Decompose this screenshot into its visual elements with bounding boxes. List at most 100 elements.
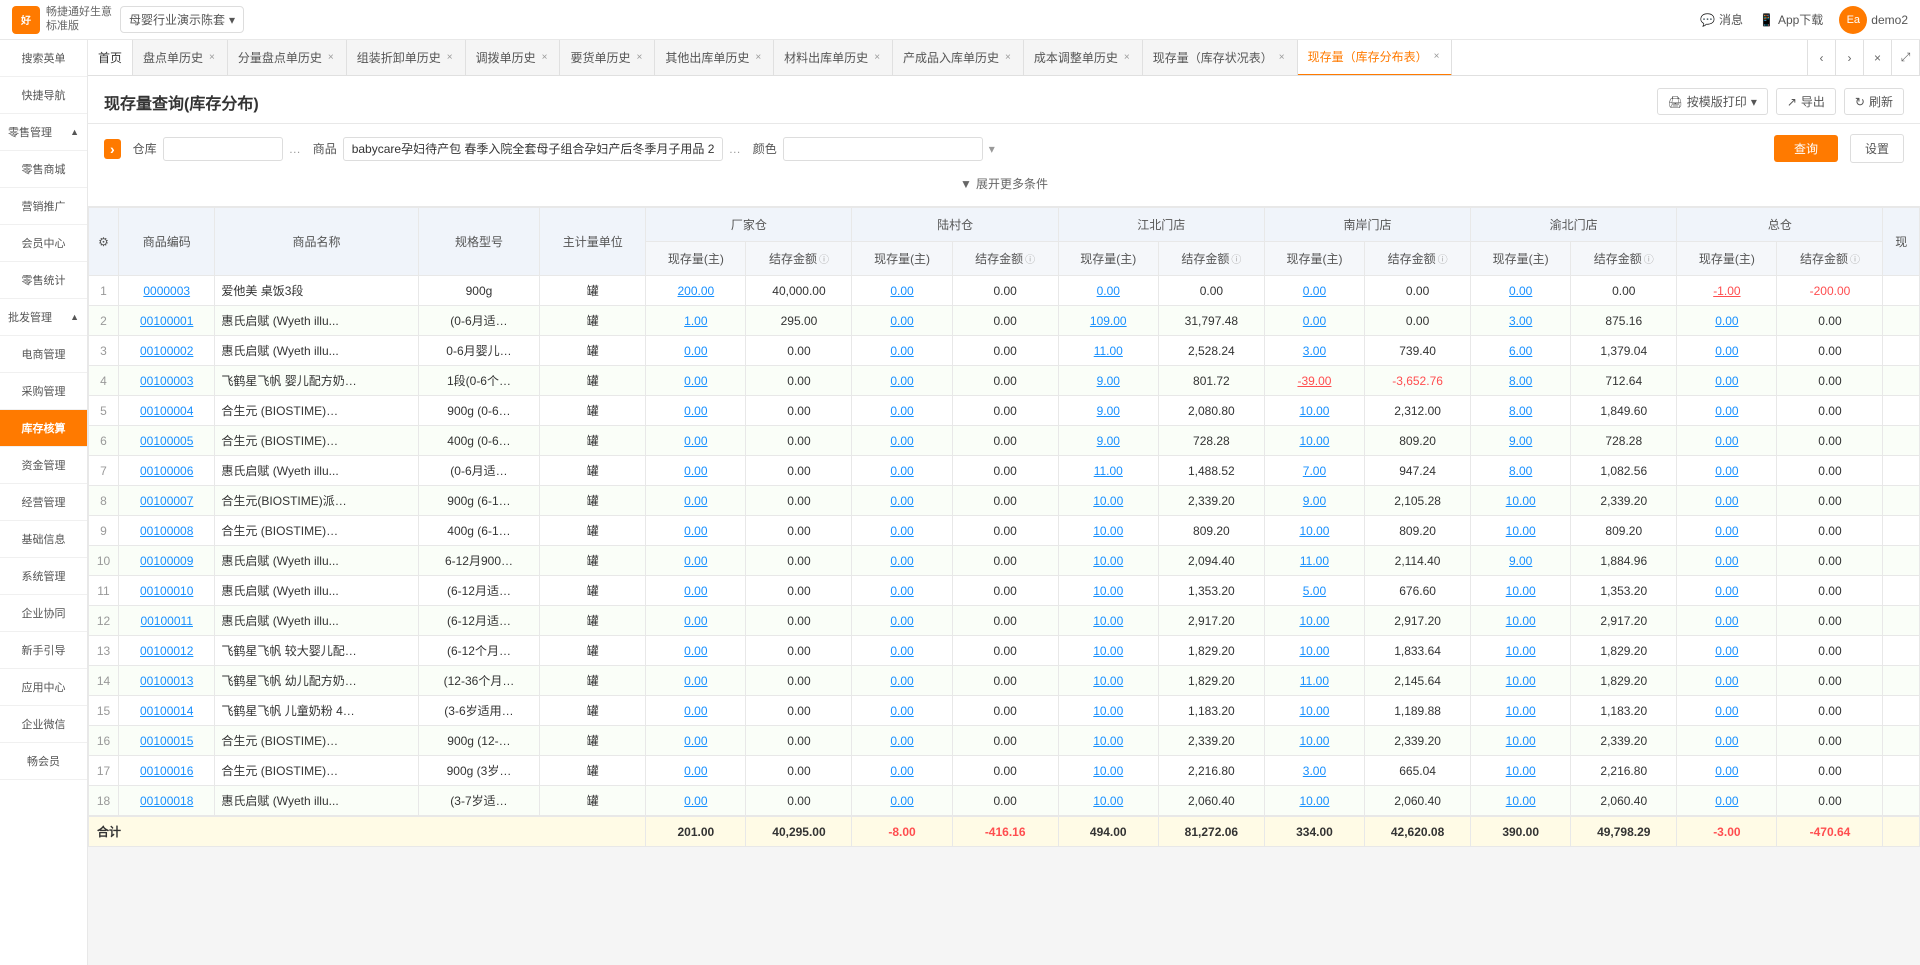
expand-filter-btn[interactable]: › <box>104 139 121 159</box>
row-lu-qty: 0.00 <box>852 726 952 756</box>
query-btn[interactable]: 查询 <box>1774 135 1838 162</box>
print-btn[interactable]: 🖨 按模版打印 ▾ <box>1657 88 1768 115</box>
row-last-qty <box>1883 666 1920 696</box>
info-icon[interactable]: ⓘ <box>819 255 829 266</box>
sidebar-item-guide[interactable]: 新手引导 <box>0 632 87 669</box>
col-jiangbei-amt: 结存金额ⓘ <box>1158 242 1264 276</box>
settings-icon[interactable]: ⚙ <box>98 235 109 249</box>
row-nanan-amt: 2,145.64 <box>1365 666 1471 696</box>
tab-close-btn[interactable]: × <box>1122 51 1132 64</box>
color-dropdown-icon[interactable]: ▾ <box>989 142 995 156</box>
tab-close-btn[interactable]: × <box>207 51 217 64</box>
sidebar-item-retail-stats[interactable]: 零售统计 <box>0 262 87 299</box>
tab-stock-status[interactable]: 现存量（库存状况表） × <box>1143 40 1298 76</box>
download-icon: 📱 <box>1759 13 1774 27</box>
sidebar-item-basic[interactable]: 基础信息 <box>0 521 87 558</box>
tab-close-all-btn[interactable]: × <box>1864 40 1892 76</box>
row-total-qty: 0.00 <box>1677 516 1777 546</box>
tab-close-btn[interactable]: × <box>1003 51 1013 64</box>
expand-conditions-row: ▼ 展开更多条件 <box>104 171 1904 196</box>
tab-expand-btn[interactable]: ⤢ <box>1892 40 1920 76</box>
search-row: › 仓库 … 商品 … 颜色 ▾ <box>104 134 1904 163</box>
product-ellipsis[interactable]: … <box>729 142 741 156</box>
tab-close-btn[interactable]: × <box>872 51 882 64</box>
sidebar-item-appstore[interactable]: 应用中心 <box>0 669 87 706</box>
row-nanan-qty: 10.00 <box>1264 726 1364 756</box>
row-name: 合生元 (BIOSTIME)… <box>215 726 418 756</box>
sidebar-item-wholesale[interactable]: 批发管理 ▲ <box>0 299 87 336</box>
tab-stock-dist[interactable]: 现存量（库存分布表） × <box>1298 40 1453 76</box>
summary-jiangbei-qty: 494.00 <box>1058 816 1158 847</box>
warehouse-input[interactable] <box>163 137 283 161</box>
sidebar-item-inventory[interactable]: 库存核算 <box>0 410 87 447</box>
tab-material[interactable]: 材料出库单历史 × <box>774 40 893 76</box>
info-icon[interactable]: ⓘ <box>1231 255 1241 266</box>
tab-outbound[interactable]: 其他出库单历史 × <box>655 40 774 76</box>
sidebar-item-retail-mall[interactable]: 零售商城 <box>0 151 87 188</box>
info-icon[interactable]: ⓘ <box>1850 255 1860 266</box>
tab-close-btn[interactable]: × <box>326 51 336 64</box>
sidebar-item-retail[interactable]: 零售管理 ▲ <box>0 114 87 151</box>
tab-close-btn[interactable]: × <box>445 51 455 64</box>
summary-yubei-qty: 390.00 <box>1471 816 1571 847</box>
arrow-icon: ▲ <box>70 127 79 137</box>
row-yubei-qty: 9.00 <box>1471 426 1571 456</box>
tab-close-btn[interactable]: × <box>634 51 644 64</box>
tab-assembly[interactable]: 组装折卸单历史 × <box>347 40 466 76</box>
tab-close-btn[interactable]: × <box>1277 51 1287 64</box>
row-total-amt: 0.00 <box>1777 516 1883 546</box>
row-num: 9 <box>89 516 119 546</box>
tab-cost-adjust[interactable]: 成本调整单历史 × <box>1024 40 1143 76</box>
sidebar-item-ecommerce[interactable]: 电商管理 <box>0 336 87 373</box>
tab-close-btn[interactable]: × <box>753 51 763 64</box>
export-btn[interactable]: ↗ 导出 <box>1776 88 1836 115</box>
message-btn[interactable]: 💬 消息 <box>1700 11 1743 28</box>
row-total-amt: 0.00 <box>1777 486 1883 516</box>
product-input[interactable] <box>343 137 723 161</box>
sidebar-item-member[interactable]: 会员中心 <box>0 225 87 262</box>
sidebar-item-collab[interactable]: 企业协同 <box>0 595 87 632</box>
col-nanan-header: 南岸门店 <box>1264 208 1470 242</box>
tab-next-btn[interactable]: › <box>1836 40 1864 76</box>
warehouse-ellipsis[interactable]: … <box>289 142 301 156</box>
sidebar-item-wechat[interactable]: 企业微信 <box>0 706 87 743</box>
tab-inventory-check[interactable]: 盘点单历史 × <box>133 40 228 76</box>
tab-close-btn[interactable]: × <box>1432 50 1442 63</box>
industry-selector[interactable]: 母婴行业演示陈套 ▾ <box>120 6 244 33</box>
sidebar-item-finance[interactable]: 资金管理 <box>0 447 87 484</box>
info-icon[interactable]: ⓘ <box>1644 255 1654 266</box>
color-input[interactable] <box>783 137 983 161</box>
col-lu-qty: 现存量(主) <box>852 242 952 276</box>
sidebar-item-quicknav[interactable]: 快捷导航 <box>0 77 87 114</box>
row-nanan-qty: 10.00 <box>1264 696 1364 726</box>
tab-scroll: 首页 盘点单历史 × 分量盘点单历史 × 组装折卸单历史 × 调拨单历史 × <box>88 40 1807 76</box>
tab-partial-check[interactable]: 分量盘点单历史 × <box>228 40 347 76</box>
sidebar-item-member2[interactable]: 畅会员 <box>0 743 87 780</box>
tab-close-btn[interactable]: × <box>540 51 550 64</box>
info-icon[interactable]: ⓘ <box>1025 255 1035 266</box>
sidebar-item-purchase[interactable]: 采购管理 <box>0 373 87 410</box>
row-jiangbei-amt: 809.20 <box>1158 516 1264 546</box>
tab-prev-btn[interactable]: ‹ <box>1808 40 1836 76</box>
tab-transfer[interactable]: 调拨单历史 × <box>466 40 561 76</box>
sidebar-item-search[interactable]: 搜索英单 <box>0 40 87 77</box>
sidebar-item-marketing[interactable]: 营销推广 <box>0 188 87 225</box>
app-download-btn[interactable]: 📱 App下载 <box>1759 11 1823 28</box>
info-icon[interactable]: ⓘ <box>1438 255 1448 266</box>
sidebar-item-system[interactable]: 系统管理 <box>0 558 87 595</box>
row-jiangbei-amt: 1,829.20 <box>1158 666 1264 696</box>
logo-area[interactable]: 好 畅捷通好生意 标准版 <box>12 6 112 34</box>
settings-btn[interactable]: 设置 <box>1850 134 1904 163</box>
tab-product-inbound[interactable]: 产成品入库单历史 × <box>893 40 1024 76</box>
expand-conditions-btn[interactable]: ▼ 展开更多条件 <box>952 171 1056 196</box>
row-jiangbei-qty: 9.00 <box>1058 366 1158 396</box>
table-row: 9 00100008 合生元 (BIOSTIME)… 400g (6-1… 罐 … <box>89 516 1920 546</box>
refresh-btn[interactable]: ↻ 刷新 <box>1844 88 1904 115</box>
tab-order[interactable]: 要货单历史 × <box>560 40 655 76</box>
user-avatar[interactable]: Ea demo2 <box>1839 6 1908 34</box>
row-unit: 罐 <box>540 576 646 606</box>
col-settings[interactable]: ⚙ <box>89 208 119 276</box>
tab-home[interactable]: 首页 <box>88 40 133 76</box>
col-factory-amt: 结存金额ⓘ <box>746 242 852 276</box>
sidebar-item-operation[interactable]: 经营管理 <box>0 484 87 521</box>
